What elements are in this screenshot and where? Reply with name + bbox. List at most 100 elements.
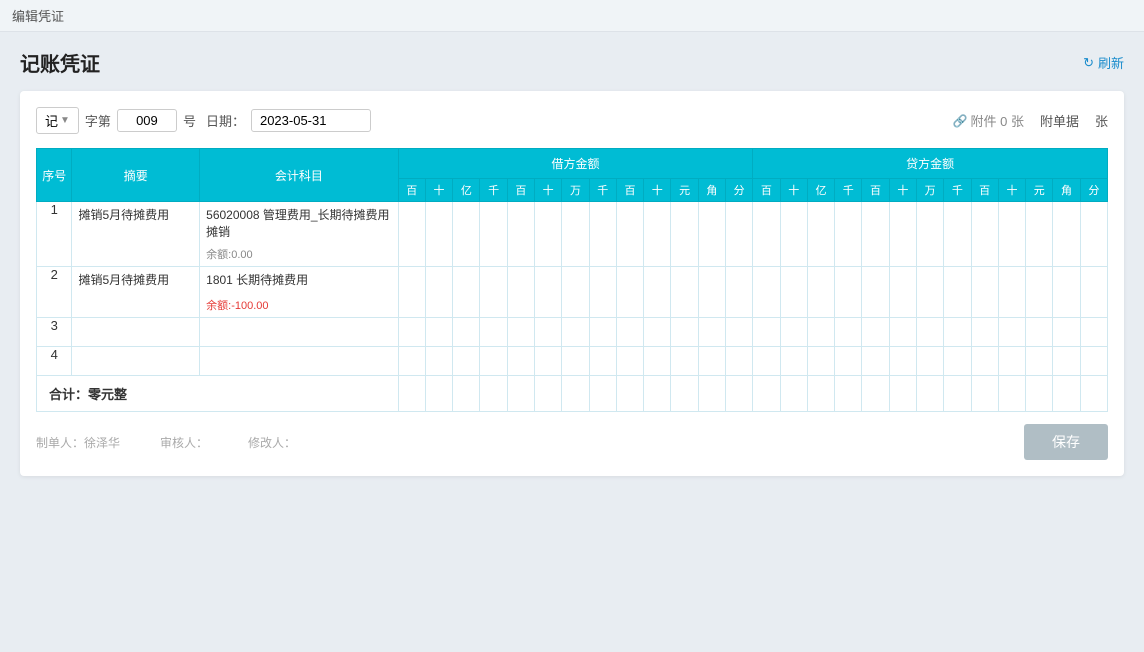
- row-0-credit-7[interactable]: [944, 202, 971, 267]
- row-0-debit-10[interactable]: [671, 202, 698, 267]
- row-2-credit-3[interactable]: [835, 318, 862, 347]
- row-1-credit-11[interactable]: [1053, 267, 1080, 318]
- row-3-debit-6[interactable]: [562, 347, 589, 376]
- row-account-1[interactable]: 1801 长期待摊费用余额:-100.00: [200, 267, 398, 318]
- row-1-credit-3[interactable]: [835, 267, 862, 318]
- row-0-debit-5[interactable]: [535, 202, 562, 267]
- row-2-debit-3[interactable]: [480, 318, 507, 347]
- row-0-credit-2[interactable]: [807, 202, 834, 267]
- row-summary-2[interactable]: [72, 318, 200, 347]
- row-summary-0[interactable]: 摊销5月待摊费用: [72, 202, 200, 267]
- row-account-3[interactable]: [200, 347, 398, 376]
- row-2-credit-11[interactable]: [1053, 318, 1080, 347]
- row-2-debit-4[interactable]: [507, 318, 534, 347]
- table-row[interactable]: 3: [37, 318, 1108, 347]
- row-3-debit-4[interactable]: [507, 347, 534, 376]
- row-0-debit-11[interactable]: [698, 202, 725, 267]
- row-1-debit-12[interactable]: [726, 267, 753, 318]
- row-2-debit-9[interactable]: [644, 318, 671, 347]
- row-3-credit-3[interactable]: [835, 347, 862, 376]
- row-1-debit-10[interactable]: [671, 267, 698, 318]
- voucher-type-dropdown[interactable]: 记 ▼: [36, 107, 79, 134]
- row-2-credit-1[interactable]: [780, 318, 807, 347]
- table-row[interactable]: 4: [37, 347, 1108, 376]
- row-3-debit-8[interactable]: [616, 347, 643, 376]
- row-1-debit-2[interactable]: [453, 267, 480, 318]
- voucher-number-input[interactable]: [117, 109, 177, 132]
- row-1-credit-4[interactable]: [862, 267, 889, 318]
- table-row[interactable]: 1摊销5月待摊费用56020008 管理费用_长期待摊费用摊销余额:0.00: [37, 202, 1108, 267]
- row-2-debit-0[interactable]: [398, 318, 425, 347]
- row-0-credit-8[interactable]: [971, 202, 998, 267]
- row-0-credit-11[interactable]: [1053, 202, 1080, 267]
- row-3-debit-9[interactable]: [644, 347, 671, 376]
- row-2-debit-11[interactable]: [698, 318, 725, 347]
- row-3-debit-3[interactable]: [480, 347, 507, 376]
- row-account-0[interactable]: 56020008 管理费用_长期待摊费用摊销余额:0.00: [200, 202, 398, 267]
- row-0-credit-6[interactable]: [916, 202, 943, 267]
- row-1-credit-7[interactable]: [944, 267, 971, 318]
- row-0-debit-4[interactable]: [507, 202, 534, 267]
- row-2-debit-5[interactable]: [535, 318, 562, 347]
- row-1-debit-1[interactable]: [425, 267, 452, 318]
- attachment-link[interactable]: 🔗 附件 0 张: [953, 111, 1024, 130]
- row-3-debit-0[interactable]: [398, 347, 425, 376]
- row-0-debit-7[interactable]: [589, 202, 616, 267]
- row-3-debit-10[interactable]: [671, 347, 698, 376]
- row-2-debit-2[interactable]: [453, 318, 480, 347]
- row-0-credit-1[interactable]: [780, 202, 807, 267]
- attachment-single-label[interactable]: 附单据: [1040, 111, 1079, 130]
- row-2-debit-8[interactable]: [616, 318, 643, 347]
- row-0-debit-12[interactable]: [726, 202, 753, 267]
- row-3-credit-1[interactable]: [780, 347, 807, 376]
- row-2-debit-12[interactable]: [726, 318, 753, 347]
- row-3-debit-2[interactable]: [453, 347, 480, 376]
- row-0-debit-8[interactable]: [616, 202, 643, 267]
- row-0-credit-5[interactable]: [889, 202, 916, 267]
- row-2-debit-7[interactable]: [589, 318, 616, 347]
- row-3-credit-7[interactable]: [944, 347, 971, 376]
- row-3-credit-8[interactable]: [971, 347, 998, 376]
- row-0-debit-2[interactable]: [453, 202, 480, 267]
- row-3-debit-11[interactable]: [698, 347, 725, 376]
- row-0-debit-0[interactable]: [398, 202, 425, 267]
- row-2-credit-2[interactable]: [807, 318, 834, 347]
- row-1-credit-5[interactable]: [889, 267, 916, 318]
- row-2-credit-0[interactable]: [753, 318, 780, 347]
- row-3-debit-5[interactable]: [535, 347, 562, 376]
- row-1-credit-0[interactable]: [753, 267, 780, 318]
- row-2-credit-9[interactable]: [998, 318, 1025, 347]
- row-1-credit-12[interactable]: [1080, 267, 1107, 318]
- row-2-credit-12[interactable]: [1080, 318, 1107, 347]
- row-1-credit-6[interactable]: [916, 267, 943, 318]
- row-3-credit-5[interactable]: [889, 347, 916, 376]
- row-summary-1[interactable]: 摊销5月待摊费用: [72, 267, 200, 318]
- row-3-credit-12[interactable]: [1080, 347, 1107, 376]
- row-0-debit-6[interactable]: [562, 202, 589, 267]
- row-1-debit-7[interactable]: [589, 267, 616, 318]
- row-0-debit-1[interactable]: [425, 202, 452, 267]
- row-3-credit-4[interactable]: [862, 347, 889, 376]
- row-3-credit-6[interactable]: [916, 347, 943, 376]
- row-2-debit-6[interactable]: [562, 318, 589, 347]
- save-button[interactable]: 保存: [1024, 424, 1108, 460]
- row-1-debit-5[interactable]: [535, 267, 562, 318]
- row-1-debit-9[interactable]: [644, 267, 671, 318]
- row-1-debit-3[interactable]: [480, 267, 507, 318]
- row-2-debit-1[interactable]: [425, 318, 452, 347]
- row-2-credit-7[interactable]: [944, 318, 971, 347]
- row-1-debit-11[interactable]: [698, 267, 725, 318]
- row-3-credit-11[interactable]: [1053, 347, 1080, 376]
- row-0-credit-4[interactable]: [862, 202, 889, 267]
- row-1-credit-10[interactable]: [1026, 267, 1053, 318]
- table-row[interactable]: 2摊销5月待摊费用1801 长期待摊费用余额:-100.00: [37, 267, 1108, 318]
- row-3-credit-10[interactable]: [1026, 347, 1053, 376]
- row-1-credit-1[interactable]: [780, 267, 807, 318]
- row-0-credit-0[interactable]: [753, 202, 780, 267]
- row-2-credit-8[interactable]: [971, 318, 998, 347]
- row-1-debit-8[interactable]: [616, 267, 643, 318]
- row-0-credit-3[interactable]: [835, 202, 862, 267]
- row-1-credit-9[interactable]: [998, 267, 1025, 318]
- row-0-debit-9[interactable]: [644, 202, 671, 267]
- refresh-button[interactable]: ↻ 刷新: [1083, 53, 1124, 72]
